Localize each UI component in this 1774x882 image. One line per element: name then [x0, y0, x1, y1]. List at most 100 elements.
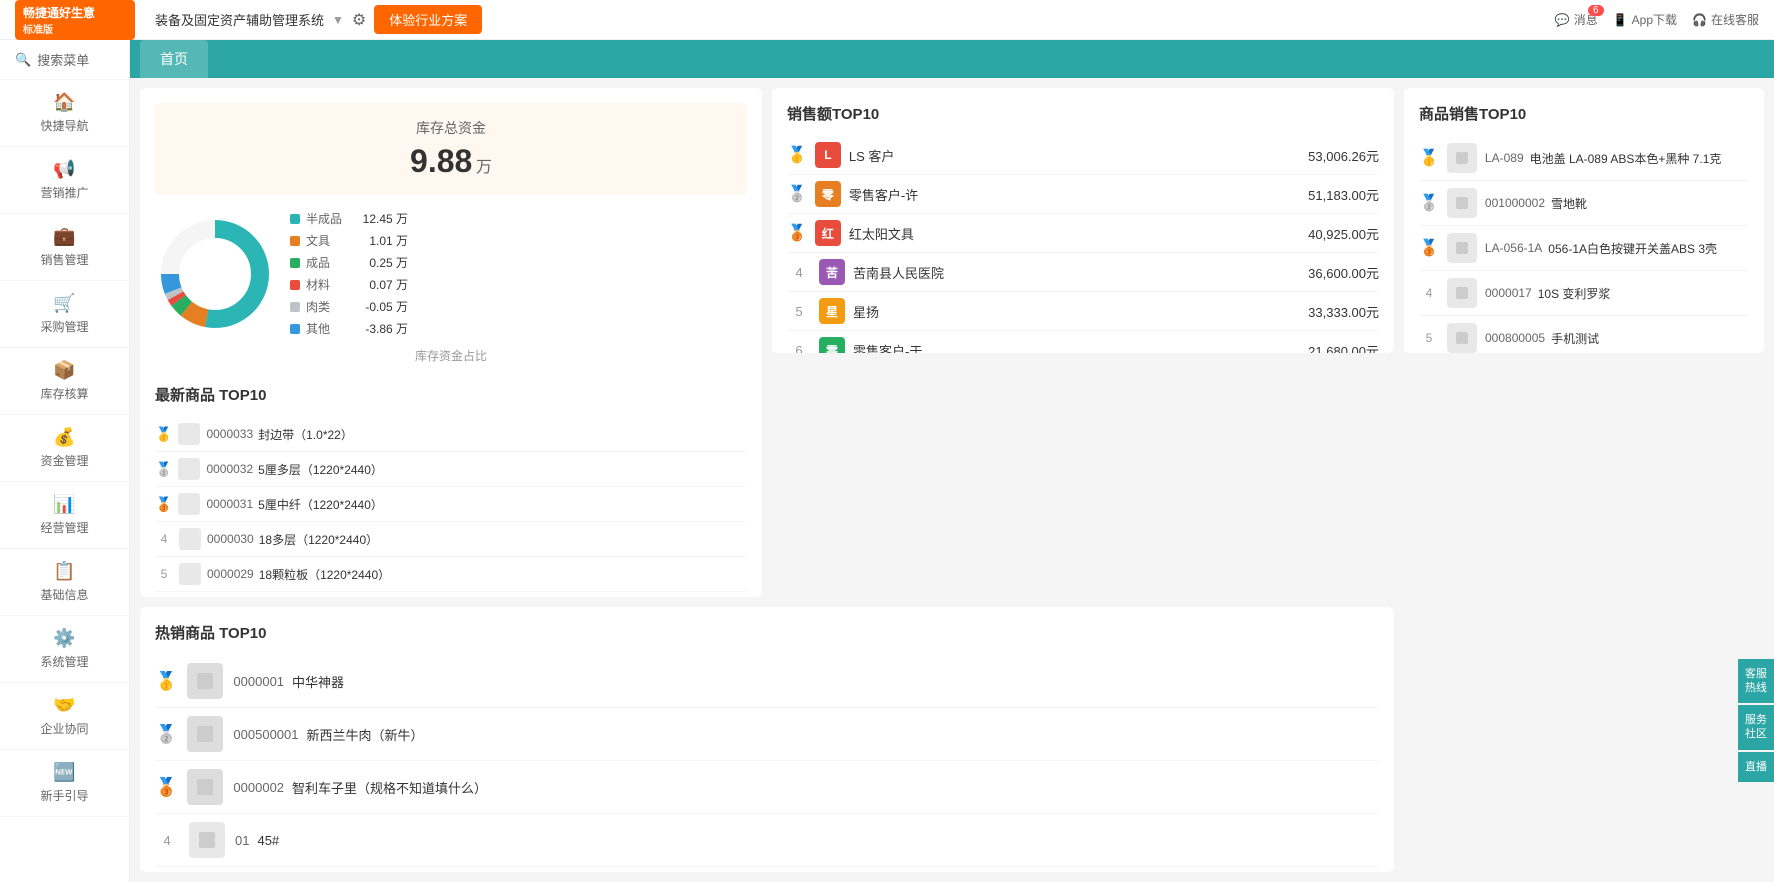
logo-line1: 畅捷通好生意: [23, 4, 95, 21]
sales-rank-row: 6 零 零售客户-于 21,680.00元: [787, 331, 1379, 353]
system-icon: ⚙️: [53, 628, 75, 649]
latest-product-row: 5 0000029 18颗粒板（1220*2440）: [155, 557, 747, 592]
rank-medal: 🥇: [155, 671, 177, 692]
hot-products-list: 🥇 0000001 中华神器 🥈 000500001 新西兰牛肉（新牛） 🥉 0…: [155, 655, 1379, 872]
direct-btn[interactable]: 直播: [1738, 752, 1774, 782]
latest-product-img: [178, 458, 200, 480]
tab-home-label: 首页: [160, 49, 188, 69]
latest-product-img: [178, 423, 200, 445]
sidebar-label-guide: 新手引导: [40, 787, 88, 804]
legend-value: 12.45 万: [348, 210, 408, 227]
search-menu-label: 搜索菜单: [37, 50, 89, 69]
rank-medal: 🥉: [155, 777, 177, 798]
search-menu[interactable]: 🔍 搜索菜单: [0, 40, 129, 80]
hot-product-name: 中华神器: [292, 672, 344, 691]
logo-line2: 标准版: [23, 21, 95, 36]
latest-product-img: [179, 563, 201, 585]
legend-item: 肉类 -0.05 万: [290, 298, 408, 315]
rank-name: LS 客户: [849, 146, 1308, 165]
hot-product-name: 45#: [257, 833, 279, 848]
rank-number: 4: [155, 532, 173, 546]
product-thumb-icon: [195, 777, 215, 797]
hot-product-img: [187, 716, 223, 752]
legend-label: 文具: [306, 232, 342, 249]
legend-dot: [290, 236, 300, 246]
inventory-total-value-row: 9.88 万: [170, 143, 732, 180]
latest-product-row: 4 0000030 18多层（1220*2440）: [155, 522, 747, 557]
sidebar-item-purchase[interactable]: 🛒 采购管理: [0, 281, 129, 348]
sidebar-item-marketing[interactable]: 📢 营销推广: [0, 147, 129, 214]
sales-rank-title: 销售额TOP10: [787, 103, 1379, 124]
cooperation-icon: 🤝: [53, 695, 75, 716]
legend-label: 材料: [306, 276, 342, 293]
latest-product-code: 0000033: [206, 427, 253, 441]
gear-icon[interactable]: ⚙: [352, 10, 366, 30]
inventory-value: 9.88: [410, 143, 472, 179]
system-dropdown-icon[interactable]: ▼: [332, 13, 344, 27]
rank-medal: 🥇: [1419, 148, 1439, 168]
sidebar-item-guide[interactable]: 🆕 新手引导: [0, 750, 129, 817]
rank-medal: 🥈: [787, 184, 807, 204]
messages-badge: 6: [1588, 5, 1604, 16]
sidebar-item-cooperation[interactable]: 🤝 企业协同: [0, 683, 129, 750]
rank-medal: 🥈: [1419, 193, 1439, 213]
product-img: [1447, 278, 1477, 308]
app-download-item[interactable]: 📱 App下载: [1613, 11, 1677, 28]
tab-home[interactable]: 首页: [140, 40, 208, 78]
service-community-btn[interactable]: 服务 社区: [1738, 705, 1774, 750]
sidebar-label-quick-nav: 快捷导航: [40, 117, 88, 134]
sidebar-item-operations[interactable]: 📊 经营管理: [0, 482, 129, 549]
sidebar-item-finance[interactable]: 💰 资金管理: [0, 415, 129, 482]
header-icons: 💬 消息 6 📱 App下载 🎧 在线客服: [1555, 11, 1759, 28]
rank-avatar: 红: [815, 220, 841, 246]
rank-medal: 🥉: [787, 223, 807, 243]
purchase-icon: 🛒: [53, 293, 75, 314]
customer-service-btn[interactable]: 客服 热线: [1738, 659, 1774, 704]
sidebar-item-quick-nav[interactable]: 🏠 快捷导航: [0, 80, 129, 147]
inventory-chart-label: 库存资金占比: [155, 347, 747, 364]
legend-value: -3.86 万: [348, 320, 408, 337]
product-img: [1447, 323, 1477, 353]
legend-dot: [290, 214, 300, 224]
nav-tabs: 首页: [130, 40, 1774, 78]
latest-product-name: 5厘中纤（1220*2440）: [258, 496, 383, 513]
messages-icon-item[interactable]: 💬 消息 6: [1555, 11, 1598, 28]
sidebar-item-basic-info[interactable]: 📋 基础信息: [0, 549, 129, 616]
latest-product-code: 0000029: [207, 567, 254, 581]
sidebar-label-finance: 资金管理: [40, 452, 88, 469]
rank-number: 6: [787, 343, 811, 353]
sidebar-item-sales[interactable]: 💼 销售管理: [0, 214, 129, 281]
sidebar-item-system[interactable]: ⚙️ 系统管理: [0, 616, 129, 683]
legend-item: 半成品 12.45 万: [290, 210, 408, 227]
product-rank-row: 5 000800005 手机测试: [1419, 316, 1749, 353]
main-content-grid: 销售额TOP10 🥇 L LS 客户 53,006.26元 🥈 零 零售客户-许…: [130, 78, 1774, 882]
float-buttons: 客服 热线 服务 社区 直播: [1738, 659, 1774, 782]
rank-medal: 🥇: [155, 426, 172, 443]
product-name: 雪地靴: [1551, 195, 1749, 212]
marketing-icon: 📢: [53, 159, 75, 180]
product-thumb-icon: [197, 830, 217, 850]
header-system: 装备及固定资产辅助管理系统 ▼ ⚙ 体验行业方案: [155, 5, 1555, 34]
product-placeholder-icon: [1454, 195, 1470, 211]
legend-dot: [290, 324, 300, 334]
donut-chart: [155, 214, 275, 334]
sidebar-item-inventory[interactable]: 📦 库存核算: [0, 348, 129, 415]
rank-medal: 🥉: [1419, 238, 1439, 258]
online-service-item[interactable]: 🎧 在线客服: [1692, 11, 1759, 28]
rank-amount: 36,600.00元: [1308, 263, 1379, 282]
trial-button[interactable]: 体验行业方案: [374, 5, 482, 34]
latest-products-section: 最新商品 TOP10 🥇 0000033 封边带（1.0*22） 🥈 00000…: [155, 384, 747, 597]
rank-avatar: 零: [819, 337, 845, 353]
legend-value: 0.25 万: [348, 254, 408, 271]
legend-dot: [290, 258, 300, 268]
rank-amount: 33,333.00元: [1308, 302, 1379, 321]
rank-avatar: 苦: [819, 259, 845, 285]
content-area: 首页 销售额TOP10 🥇 L LS 客户 53,006.26元 🥈 零 零售客…: [130, 40, 1774, 882]
product-rank-row: 🥈 001000002 雪地靴: [1419, 181, 1749, 226]
product-code: 0000017: [1485, 286, 1532, 300]
rank-number: 4: [1419, 286, 1439, 300]
product-code: LA-056-1A: [1485, 241, 1542, 255]
hot-product-row: 4 01 45#: [155, 814, 1379, 867]
sales-rank-row: 🥈 零 零售客户-许 51,183.00元: [787, 175, 1379, 214]
latest-product-img: [178, 493, 200, 515]
